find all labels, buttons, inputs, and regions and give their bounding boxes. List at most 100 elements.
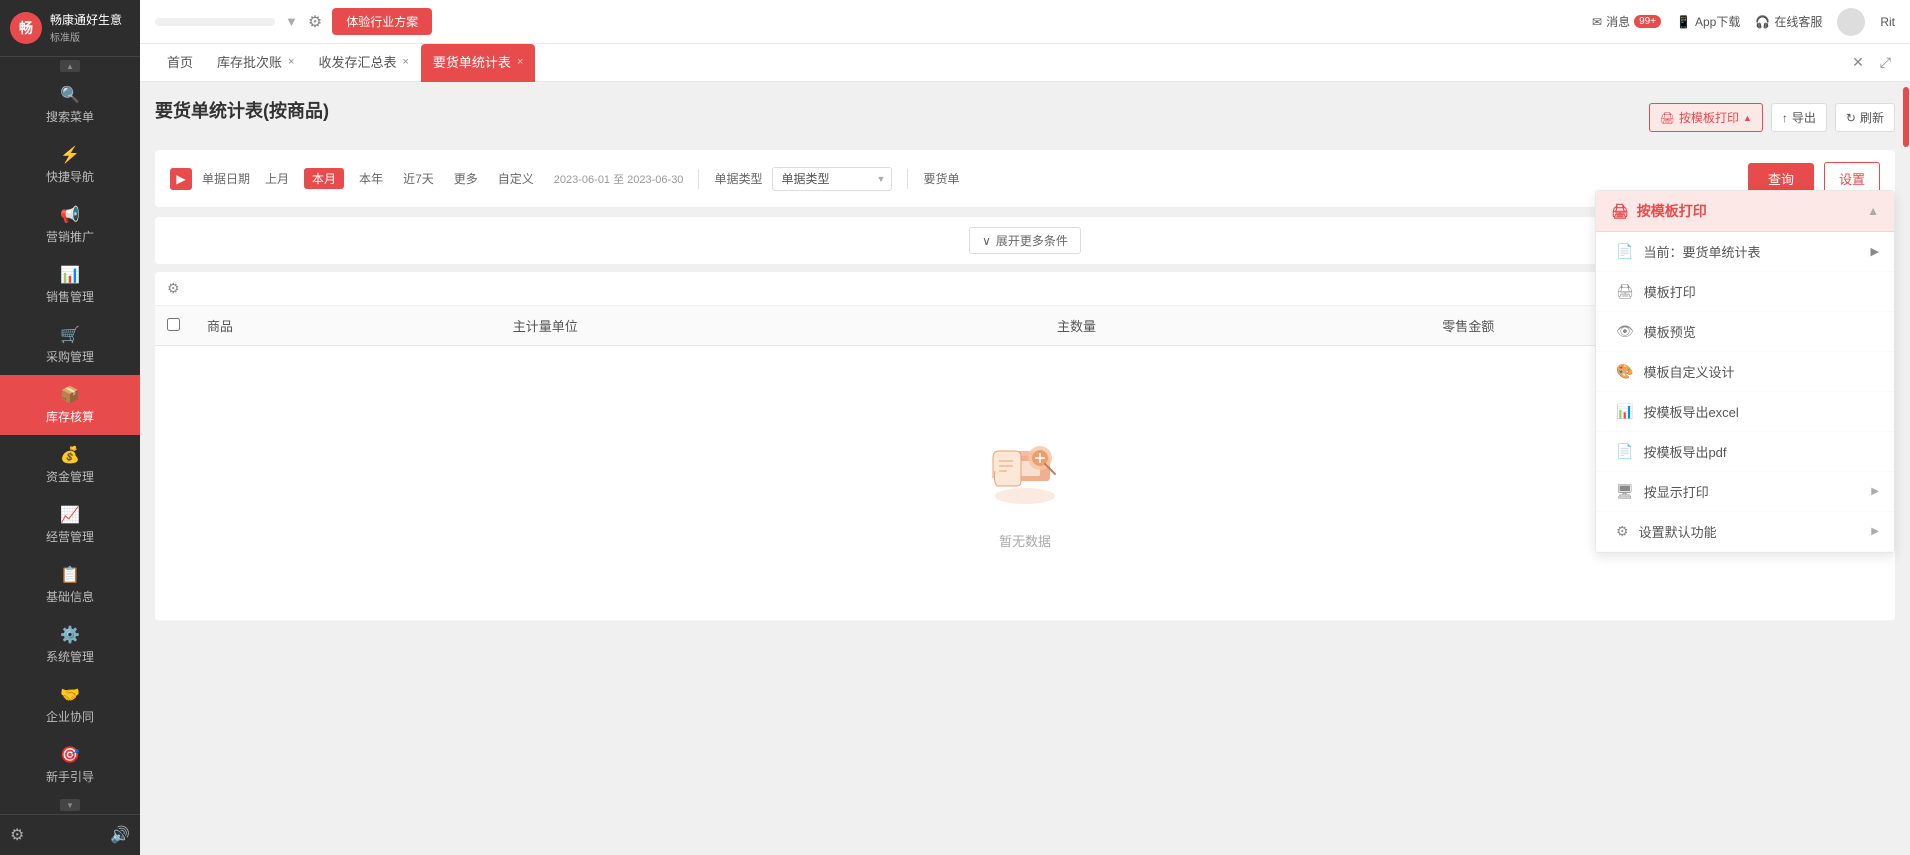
sidebar-item-marketing[interactable]: 📢 营销推广 [0,195,140,255]
print-template-btn[interactable]: 🖨 按模板打印 ▲ [1649,103,1763,132]
sidebar-item-sales[interactable]: 📊 销售管理 [0,255,140,315]
date-btn-last-month[interactable]: 上月 [260,168,294,189]
sidebar-item-operations[interactable]: 📈 经营管理 [0,495,140,555]
type-select[interactable]: 单据类型 [772,167,892,191]
type-label: 单据类型 [714,170,762,187]
date-btn-7days[interactable]: 近7天 [398,168,439,189]
table-settings-icon[interactable]: ⚙ [167,280,180,297]
page-title: 要货单统计表(按商品) [155,97,329,123]
current-template-item[interactable]: 📄 当前：要货单统计表 ▶ [1596,232,1894,272]
select-all-checkbox[interactable] [167,318,180,331]
template-print-label: 模板打印 [1644,282,1696,301]
tab-home[interactable]: 首页 [155,44,205,82]
sidebar-item-label: 企业协同 [46,708,94,725]
template-custom-icon: 🎨 [1616,363,1633,380]
chevron-down-icon: ∨ [982,234,991,248]
basic-info-icon: 📋 [60,565,80,585]
date-btn-more[interactable]: 更多 [449,168,483,189]
close-tab-btn[interactable]: ✕ [1848,52,1868,73]
sidebar-item-finance[interactable]: 💰 资金管理 [0,435,140,495]
sidebar-item-guide[interactable]: 🎯 新手引导 [0,735,140,795]
sidebar-item-basic-info[interactable]: 📋 基础信息 [0,555,140,615]
refresh-btn[interactable]: ↻ 刷新 [1835,103,1895,132]
dropdown-header[interactable]: 🖨 按模板打印 ▲ [1596,191,1894,232]
tab-inventory-batch[interactable]: 库存批次账 × [205,44,306,82]
date-btn-this-month[interactable]: 本月 [304,168,344,189]
expand-tab-btn[interactable]: ⤢ [1876,52,1895,73]
expand-more-btn[interactable]: ∨ 展开更多条件 [969,227,1081,254]
sidebar-scroll-up[interactable]: ▲ [60,60,80,72]
chevron-up-collapse-icon: ▲ [1867,204,1879,218]
date-btn-this-year[interactable]: 本年 [354,168,388,189]
default-function-section[interactable]: ⚙ 设置默认功能 ▶ [1596,512,1894,552]
message-btn[interactable]: ✉ 消息 99+ [1592,13,1661,30]
sidebar-item-search-menu[interactable]: 🔍 搜索菜单 [0,75,140,135]
date-label: 单据日期 [202,170,250,187]
close-order-stats-icon[interactable]: × [517,56,523,68]
sidebar-scroll-down[interactable]: ▼ [60,799,80,811]
tab-inventory-batch-label: 库存批次账 [217,52,282,71]
template-preview-icon: 👁 [1616,323,1634,340]
display-print-section[interactable]: 🖥 按显示打印 ▶ [1596,472,1894,512]
empty-illustration [975,416,1075,516]
tab-home-label: 首页 [167,52,193,71]
online-service-label: 在线客服 [1774,13,1822,30]
tab-order-stats-label: 要货单统计表 [433,52,511,71]
tab-receipt-summary[interactable]: 收发存汇总表 × [306,44,420,82]
chevron-right-icon: ▶ [1871,245,1879,258]
sidebar-item-label: 系统管理 [46,648,94,665]
marketing-icon: 📢 [60,205,80,225]
sidebar-item-enterprise[interactable]: 🤝 企业协同 [0,675,140,735]
sidebar-item-label: 新手引导 [46,768,94,785]
template-custom-item[interactable]: 🎨 模板自定义设计 [1596,352,1894,392]
tab-receipt-summary-label: 收发存汇总表 [318,52,396,71]
search-input[interactable] [155,18,275,26]
col-unit: 主计量单位 [501,306,1045,346]
app-download-btn[interactable]: 📱 App下载 [1676,13,1740,30]
app-download-label: App下载 [1695,13,1740,30]
sys-icon: ⚙️ [60,625,80,645]
template-preview-label: 模板预览 [1644,322,1696,341]
message-icon: ✉ [1592,15,1602,29]
export-icon: ↑ [1782,111,1788,125]
display-print-label: 按显示打印 [1644,482,1709,501]
tab-order-stats[interactable]: 要货单统计表 × [421,44,535,82]
purchase-icon: 🛒 [60,325,80,345]
gear-icon[interactable]: ⚙ [308,12,322,32]
template-preview-item[interactable]: 👁 模板预览 [1596,312,1894,352]
search-dropdown-btn[interactable]: ▼ [285,14,298,29]
refresh-icon: ↻ [1846,111,1856,125]
sidebar-item-label: 销售管理 [46,288,94,305]
username: Rit [1880,15,1895,29]
settings-icon[interactable]: ⚙ [10,825,24,845]
filter-toggle-btn[interactable]: ▶ [170,168,192,190]
date-btn-custom[interactable]: 自定义 [493,168,539,189]
export-btn[interactable]: ↑ 导出 [1771,103,1827,132]
sidebar-item-purchase[interactable]: 🛒 采购管理 [0,315,140,375]
sidebar-item-label: 库存核算 [46,408,94,425]
current-template-icon: 📄 [1616,243,1633,260]
close-receipt-summary-icon[interactable]: × [402,56,408,68]
scrollbar-thumb [1903,87,1909,147]
template-print-item[interactable]: 🖨 模板打印 [1596,272,1894,312]
top-bar-actions: ✉ 消息 99+ 📱 App下载 🎧 在线客服 Rit [1592,8,1895,36]
experience-btn[interactable]: 体验行业方案 [332,8,432,35]
sound-icon[interactable]: 🔊 [110,825,130,845]
sidebar-item-sys-mgmt[interactable]: ⚙️ 系统管理 [0,615,140,675]
export-pdf-item[interactable]: 📄 按模板导出pdf [1596,432,1894,472]
sidebar-item-quick-nav[interactable]: ⚡ 快捷导航 [0,135,140,195]
sidebar-item-label: 搜索菜单 [46,108,94,125]
chevron-right-display-icon: ▶ [1871,486,1879,497]
close-inventory-batch-icon[interactable]: × [288,56,294,68]
sidebar-item-label: 基础信息 [46,588,94,605]
dropdown-header-left: 🖨 按模板打印 [1611,201,1707,221]
type-select-wrap: 单据类型 [772,167,892,191]
sidebar-item-inventory[interactable]: 📦 库存核算 [0,375,140,435]
export-excel-item[interactable]: 📊 按模板导出excel [1596,392,1894,432]
app-name: 畅康通好生意 [50,12,122,29]
right-scrollbar[interactable] [1902,82,1910,855]
display-print-icon: 🖥 [1616,483,1634,500]
online-service-btn[interactable]: 🎧 在线客服 [1755,13,1822,30]
avatar[interactable] [1837,8,1865,36]
top-bar: ▼ ⚙ 体验行业方案 ✉ 消息 99+ 📱 App下载 🎧 在线客服 Rit [140,0,1910,44]
